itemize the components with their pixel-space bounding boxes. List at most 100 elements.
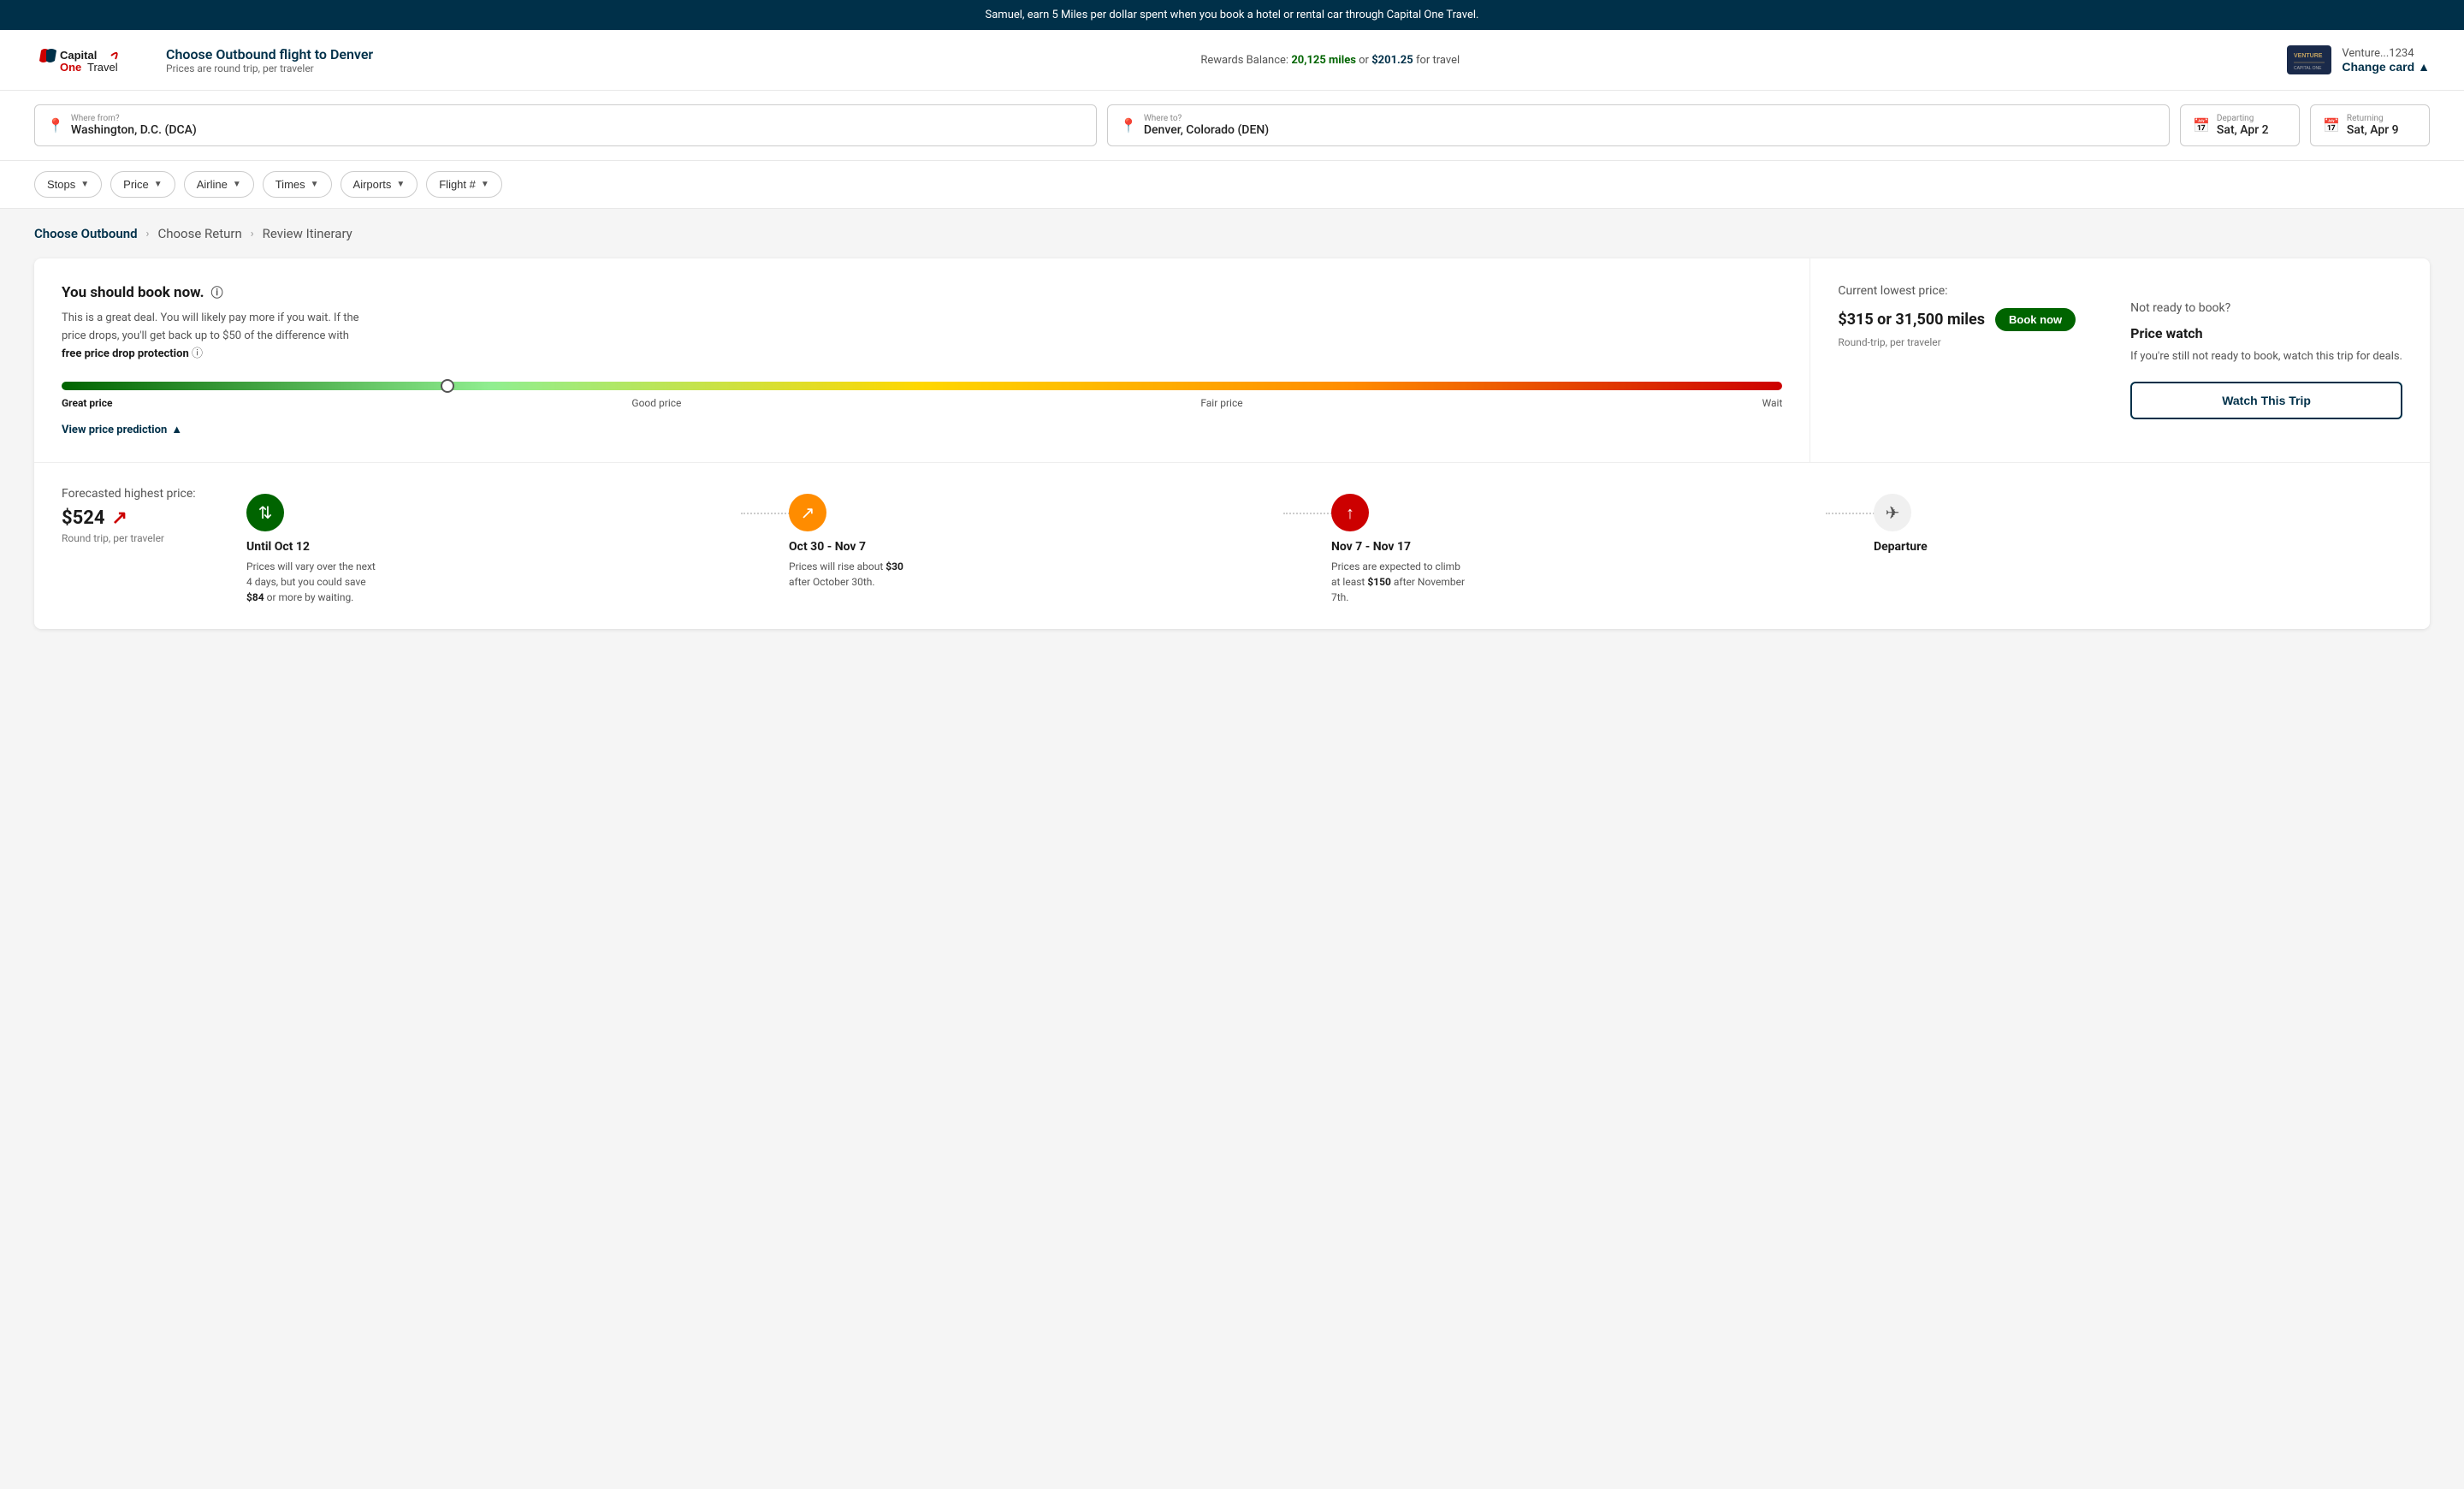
filter-airline-label: Airline — [197, 178, 228, 191]
book-now-button[interactable]: Book now — [1995, 308, 2076, 331]
meter-good-price: Good price — [631, 397, 681, 409]
forecast-item-oct30-nov7: ↗ Oct 30 - Nov 7 Prices will rise about … — [775, 494, 1318, 590]
chevron-down-icon: ▼ — [233, 180, 241, 189]
current-price-section: Current lowest price: $315 or 31,500 mil… — [1810, 258, 2103, 462]
header-title: Choose Outbound flight to Denver Prices … — [166, 46, 373, 74]
round-trip-note: Round-trip, per traveler — [1838, 336, 2076, 348]
returning-value: Sat, Apr 9 — [2347, 123, 2399, 137]
current-price-label: Current lowest price: — [1838, 284, 2076, 298]
filter-stops[interactable]: Stops ▼ — [34, 171, 102, 198]
filter-airline[interactable]: Airline ▼ — [184, 171, 254, 198]
departing-label: Departing — [2217, 114, 2269, 123]
forecast-label: Forecasted highest price: — [62, 487, 205, 501]
page-subtitle: Prices are round trip, per traveler — [166, 62, 373, 74]
forecast-sub: Round trip, per traveler — [62, 532, 205, 544]
forecast-icon-plane: ✈ — [1874, 494, 1911, 531]
banner-text: Samuel, earn 5 Miles per dollar spent wh… — [986, 9, 1479, 21]
breadcrumb: Choose Outbound › Choose Return › Review… — [0, 209, 2464, 258]
return-calendar-icon: 📅 — [2323, 117, 2340, 133]
view-prediction-label: View price prediction — [62, 424, 167, 436]
card-info: Venture...1234 Change card ▲ — [2342, 47, 2430, 74]
filter-bar: Stops ▼ Price ▼ Airline ▼ Times ▼ Airpor… — [0, 161, 2464, 209]
filter-times[interactable]: Times ▼ — [263, 171, 332, 198]
forecast-item-nov7-nov17: ↑ Nov 7 - Nov 17 Prices are expected to … — [1318, 494, 1860, 605]
price-watch-desc: If you're still not ready to book, watch… — [2130, 348, 2402, 365]
price-watch-section: Not ready to book? Price watch If you're… — [2103, 258, 2430, 462]
main-content: You should book now. ⓘ This is a great d… — [0, 258, 2464, 663]
breadcrumb-review-itinerary: Review Itinerary — [263, 226, 352, 241]
logo: Capital One Travel — [34, 42, 145, 78]
forecast-desc-1: Prices will vary over the next 4 days, b… — [246, 559, 383, 605]
price-meter: Great price Good price Fair price Wait — [62, 382, 1782, 409]
rewards-suffix: for travel — [1416, 54, 1460, 67]
search-bar: 📍 Where from? Washington, D.C. (DCA) 📍 W… — [0, 91, 2464, 161]
forecast-desc-2: Prices will rise about $30 after October… — [789, 559, 926, 590]
forecast-left: Forecasted highest price: $524 ↗ Round t… — [62, 487, 233, 605]
header: Capital One Travel Choose Outbound fligh… — [0, 30, 2464, 91]
card-svg: VENTURE CAPITAL ONE — [2289, 47, 2330, 73]
returning-field[interactable]: 📅 Returning Sat, Apr 9 — [2310, 104, 2430, 146]
book-now-title: You should book now. ⓘ — [62, 284, 1782, 301]
from-label: Where from? — [71, 114, 197, 123]
card-section: VENTURE CAPITAL ONE Venture...1234 Chang… — [2287, 45, 2430, 74]
change-card-arrow-icon: ▲ — [2418, 60, 2430, 74]
info-icon[interactable]: ⓘ — [211, 284, 223, 301]
plane-icon: ✈ — [1886, 502, 1900, 523]
not-ready-text: Not ready to book? — [2130, 301, 2402, 315]
location-icon: 📍 — [47, 117, 64, 133]
forecast-section: Forecasted highest price: $524 ↗ Round t… — [34, 463, 2430, 629]
book-now-desc: This is a great deal. You will likely pa… — [62, 310, 370, 363]
filter-price[interactable]: Price ▼ — [110, 171, 175, 198]
filter-price-label: Price — [123, 178, 149, 191]
svg-text:Capital: Capital — [60, 49, 97, 62]
view-price-prediction-button[interactable]: View price prediction ▲ — [62, 423, 1782, 436]
free-price-drop-info-icon[interactable]: ⓘ — [192, 347, 203, 360]
filter-stops-label: Stops — [47, 178, 75, 191]
filter-airports-label: Airports — [353, 178, 392, 191]
chevron-down-icon: ▼ — [396, 180, 405, 189]
forecast-period-1: Until Oct 12 — [246, 540, 310, 554]
svg-text:One: One — [60, 61, 81, 74]
forecast-period-departure: Departure — [1874, 540, 1928, 554]
card-image: VENTURE CAPITAL ONE — [2287, 45, 2331, 74]
price-watch-title: Price watch — [2130, 325, 2402, 341]
meter-bar — [62, 382, 1782, 390]
meter-fair-price: Fair price — [1200, 397, 1242, 409]
forecast-icon-red: ↑ — [1331, 494, 1369, 531]
card-number: Venture...1234 — [2342, 47, 2430, 60]
chevron-up-icon: ▲ — [171, 423, 182, 436]
from-field[interactable]: 📍 Where from? Washington, D.C. (DCA) — [34, 104, 1097, 146]
forecast-icon-green: ⇅ — [246, 494, 284, 531]
breadcrumb-choose-outbound: Choose Outbound — [34, 226, 138, 241]
book-now-section: You should book now. ⓘ This is a great d… — [34, 258, 1810, 462]
trend-up-icon: ↗ — [112, 507, 127, 529]
to-label: Where to? — [1144, 114, 1269, 123]
forecast-price-value: $524 — [62, 507, 105, 529]
miles-connector: or — [1359, 54, 1369, 67]
price-card-top: You should book now. ⓘ This is a great d… — [34, 258, 2430, 463]
page-title: Choose Outbound flight to Denver — [166, 46, 373, 62]
forecast-period-2: Oct 30 - Nov 7 — [789, 540, 866, 554]
svg-text:CAPITAL ONE: CAPITAL ONE — [2294, 66, 2322, 71]
chevron-down-icon: ▼ — [154, 180, 163, 189]
header-left: Capital One Travel Choose Outbound fligh… — [34, 42, 373, 78]
filter-airports[interactable]: Airports ▼ — [341, 171, 418, 198]
to-field[interactable]: 📍 Where to? Denver, Colorado (DEN) — [1107, 104, 2170, 146]
breadcrumb-sep-1: › — [146, 228, 150, 240]
svg-text:Travel: Travel — [87, 61, 118, 74]
departing-field[interactable]: 📅 Departing Sat, Apr 2 — [2180, 104, 2300, 146]
chevron-down-icon: ▼ — [311, 180, 319, 189]
forecast-period-3: Nov 7 - Nov 17 — [1331, 540, 1411, 554]
chevron-down-icon: ▼ — [481, 180, 489, 189]
to-value: Denver, Colorado (DEN) — [1144, 123, 1269, 137]
watch-trip-button[interactable]: Watch This Trip — [2130, 382, 2402, 419]
filter-flight-number[interactable]: Flight # ▼ — [426, 171, 502, 198]
breadcrumb-choose-return: Choose Return — [157, 226, 241, 241]
dollars-value: $201.25 — [1371, 54, 1413, 67]
free-price-drop-text: free price drop protection — [62, 347, 189, 360]
change-card-button[interactable]: Change card ▲ — [2342, 60, 2430, 74]
meter-wait: Wait — [1762, 397, 1783, 409]
breadcrumb-sep-2: › — [251, 228, 254, 240]
meter-marker — [441, 379, 454, 393]
rewards-prefix: Rewards Balance: — [1200, 54, 1288, 67]
